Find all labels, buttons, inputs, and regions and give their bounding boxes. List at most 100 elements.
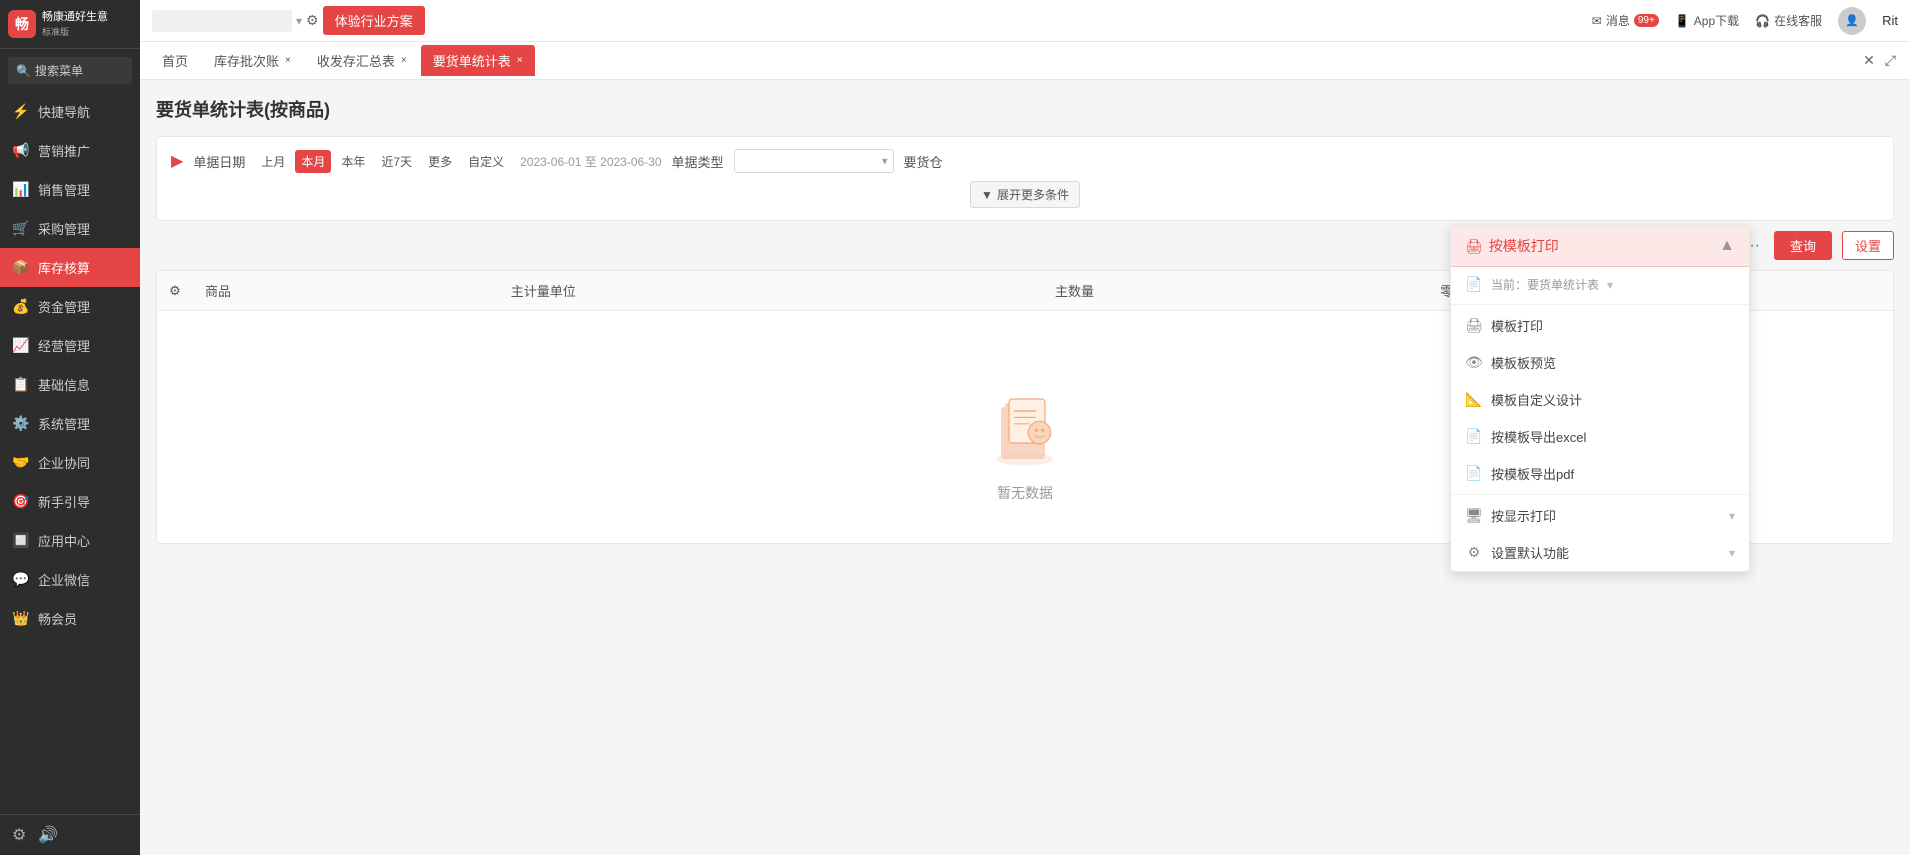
date-range-display: 2023-06-01 至 2023-06-30	[520, 153, 661, 170]
page-content: 要货单统计表(按商品) ▶ 单据日期 上月 本月 本年 近7天 更多 自定义 2…	[140, 80, 1910, 855]
enterprise-wechat-icon: 💬	[12, 571, 30, 588]
inventory-icon: 📦	[12, 259, 30, 276]
sidebar-item-purchase[interactable]: 🛒 采购管理	[0, 209, 140, 248]
current-template-label: 当前：要货单统计表	[1491, 276, 1599, 293]
header-settings-button[interactable]: ⚙	[306, 12, 319, 29]
sales-icon: 📊	[12, 181, 30, 198]
sidebar-item-operations[interactable]: 📈 经营管理	[0, 326, 140, 365]
sidebar-item-system[interactable]: ⚙️ 系统管理	[0, 404, 140, 443]
tab-inventory-batch[interactable]: 库存批次账 ×	[202, 45, 303, 76]
date-group: 上月 本月 本年 近7天 更多 自定义	[255, 150, 510, 173]
nav-dropdown-button[interactable]: ▾	[296, 14, 302, 28]
display-print-item[interactable]: 🖥 按显示打印 ▾	[1451, 497, 1749, 534]
tab-expand-button[interactable]: ⤢	[1881, 48, 1900, 73]
sidebar-item-sales[interactable]: 📊 销售管理	[0, 170, 140, 209]
sidebar-item-enterprise-wechat[interactable]: 💬 企业微信	[0, 560, 140, 599]
template-print-icon: 🖨	[1465, 317, 1483, 334]
template-export-excel-item[interactable]: 📄 按模板导出excel	[1451, 418, 1749, 455]
basic-icon: 📋	[12, 376, 30, 393]
sidebar-item-basic[interactable]: 📋 基础信息	[0, 365, 140, 404]
tab-order-stats[interactable]: 要货单统计表 ×	[421, 45, 535, 76]
template-export-pdf-icon: 📄	[1465, 465, 1483, 482]
date-label: 单据日期	[193, 152, 245, 171]
date-current-year[interactable]: 本年	[335, 150, 371, 173]
table-header-gear: ⚙	[157, 271, 193, 311]
sidebar-item-finance[interactable]: 💰 资金管理	[0, 287, 140, 326]
purchase-icon: 🛒	[12, 220, 30, 237]
enterprise-icon: 🤝	[12, 454, 30, 471]
print-dropdown-icon: 🖨	[1465, 238, 1483, 255]
tab-home[interactable]: 首页	[150, 45, 200, 76]
avatar-placeholder: 👤	[1845, 14, 1859, 27]
print-dropdown-close[interactable]: ▲	[1719, 237, 1735, 255]
set-default-item[interactable]: ⚙ 设置默认功能 ▾	[1451, 534, 1749, 571]
search-icon: 🔍	[16, 64, 31, 78]
finance-icon: 💰	[12, 298, 30, 315]
table-header-quantity: 主数量	[1043, 271, 1428, 311]
sidebar-item-quick-nav[interactable]: ⚡ 快捷导航	[0, 92, 140, 131]
type-select[interactable]	[734, 149, 894, 173]
logo-badge: 标准版	[42, 25, 108, 38]
header-right: ✉ 消息 99+ 📱 App下载 🎧 在线客服 👤 Rit	[1592, 7, 1898, 35]
user-name: Rit	[1882, 13, 1898, 28]
filter-collapse-button[interactable]: ▶	[171, 151, 183, 171]
search-menu-button[interactable]: 🔍 搜索菜单	[8, 57, 132, 84]
expand-more-conditions-button[interactable]: ▼ 展开更多条件	[970, 181, 1080, 208]
breadcrumb-area: ▾ ⚙ 体验行业方案	[152, 6, 1584, 35]
template-custom-icon: 📐	[1465, 391, 1483, 408]
tab-close-receipts-summary[interactable]: ×	[401, 55, 407, 66]
messages-button[interactable]: ✉ 消息 99+	[1592, 12, 1659, 29]
display-print-icon: 🖥	[1465, 507, 1483, 524]
date-7days[interactable]: 近7天	[375, 150, 418, 173]
template-preview-item[interactable]: 👁 模板板预览	[1451, 344, 1749, 381]
date-current-month[interactable]: 本月	[295, 150, 331, 173]
date-more[interactable]: 更多	[422, 150, 458, 173]
app-center-icon: 🔲	[12, 532, 30, 549]
template-export-excel-icon: 📄	[1465, 428, 1483, 445]
nav-search-input[interactable]	[152, 10, 292, 32]
current-template-icon: 📄	[1465, 276, 1483, 293]
trial-button[interactable]: 体验行业方案	[323, 6, 425, 35]
query-button[interactable]: 查询	[1774, 231, 1832, 260]
tab-close-inventory-batch[interactable]: ×	[285, 55, 291, 66]
date-prev-month[interactable]: 上月	[255, 150, 291, 173]
expand-icon: ▼	[981, 188, 993, 202]
print-dropdown-title: 按模板打印	[1489, 236, 1559, 256]
marketing-icon: 📢	[12, 142, 30, 159]
user-avatar[interactable]: 👤	[1838, 7, 1866, 35]
message-icon: ✉	[1592, 14, 1602, 28]
template-export-pdf-item[interactable]: 📄 按模板导出pdf	[1451, 455, 1749, 492]
audio-footer-icon[interactable]: 🔊	[38, 825, 58, 845]
sidebar-search-area: 🔍 搜索菜单	[0, 49, 140, 92]
logo-title: 畅康通好生意	[42, 10, 108, 24]
sidebar-item-inventory[interactable]: 📦 库存核算	[0, 248, 140, 287]
tab-close-all-button[interactable]: ✕	[1859, 48, 1879, 73]
service-icon: 🎧	[1755, 14, 1770, 28]
system-icon: ⚙️	[12, 415, 30, 432]
template-print-item[interactable]: 🖨 模板打印	[1451, 307, 1749, 344]
operations-icon: 📈	[12, 337, 30, 354]
divider-2	[1451, 494, 1749, 495]
set-default-arrow: ▾	[1729, 546, 1735, 560]
tab-close-order-stats[interactable]: ×	[517, 55, 523, 66]
type-select-wrapper	[734, 149, 894, 173]
sidebar: 畅 畅康通好生意 标准版 🔍 搜索菜单 ⚡ 快捷导航 📢 营销推广 📊 销售管理…	[0, 0, 140, 855]
sidebar-item-marketing[interactable]: 📢 营销推广	[0, 131, 140, 170]
sidebar-item-guide[interactable]: 🎯 新手引导	[0, 482, 140, 521]
online-service-button[interactable]: 🎧 在线客服	[1755, 12, 1822, 29]
tab-receipts-summary[interactable]: 收发存汇总表 ×	[305, 45, 419, 76]
sidebar-item-member[interactable]: 👑 畅会员	[0, 599, 140, 638]
divider-1	[1451, 304, 1749, 305]
table-header-goods: 商品	[193, 271, 499, 311]
template-custom-item[interactable]: 📐 模板自定义设计	[1451, 381, 1749, 418]
settings-footer-icon[interactable]: ⚙	[12, 825, 26, 845]
download-icon: 📱	[1675, 14, 1690, 28]
settings-action-button[interactable]: 设置	[1842, 231, 1894, 260]
filter-row: ▶ 单据日期 上月 本月 本年 近7天 更多 自定义 2023-06-01 至 …	[171, 149, 1879, 173]
sidebar-item-app-center[interactable]: 🔲 应用中心	[0, 521, 140, 560]
date-custom[interactable]: 自定义	[462, 150, 510, 173]
guide-icon: 🎯	[12, 493, 30, 510]
sidebar-item-enterprise[interactable]: 🤝 企业协同	[0, 443, 140, 482]
print-current-template[interactable]: 📄 当前：要货单统计表 ▾	[1451, 267, 1749, 302]
app-download-button[interactable]: 📱 App下载	[1675, 12, 1739, 29]
